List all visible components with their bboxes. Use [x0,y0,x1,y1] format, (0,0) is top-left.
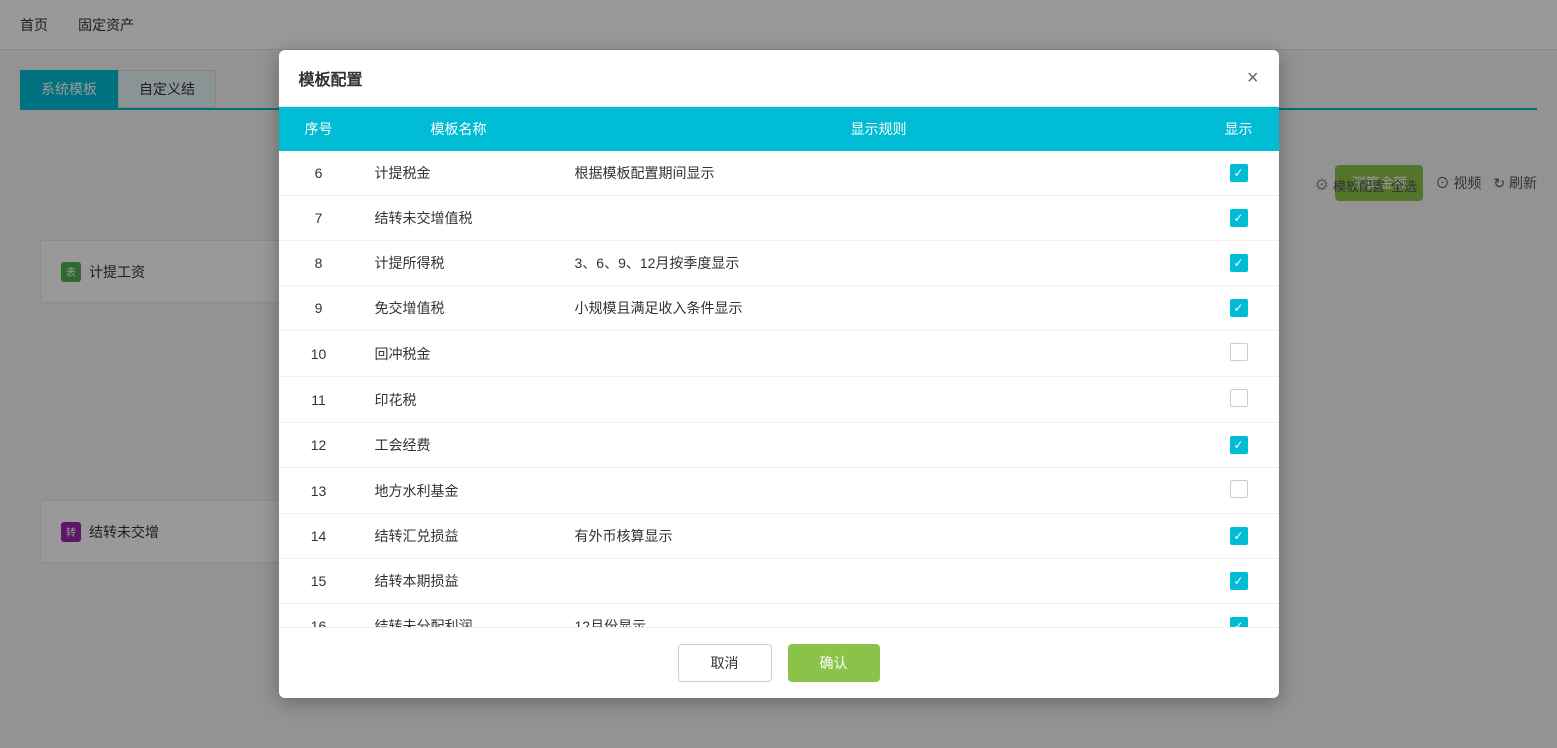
cell-display-8 [1199,514,1279,559]
checkbox-2[interactable] [1230,254,1248,272]
cell-display-7 [1199,468,1279,514]
checkbox-4[interactable] [1230,343,1248,361]
cell-rule-8: 有外币核算显示 [559,514,1199,559]
checkbox-0[interactable] [1230,164,1248,182]
cell-display-0 [1199,151,1279,196]
cell-rule-10: 12月份显示 [559,604,1199,628]
cell-rule-4 [559,331,1199,377]
cell-id-7: 13 [279,468,359,514]
cell-name-10: 结转未分配利润 [359,604,559,628]
checkbox-9[interactable] [1230,572,1248,590]
col-header-id: 序号 [279,107,359,151]
checkbox-8[interactable] [1230,527,1248,545]
checkbox-1[interactable] [1230,209,1248,227]
cancel-button[interactable]: 取消 [678,644,772,682]
table-row: 13地方水利基金 [279,468,1279,514]
cell-id-10: 16 [279,604,359,628]
table-row: 8计提所得税3、6、9、12月按季度显示 [279,241,1279,286]
cell-display-1 [1199,196,1279,241]
cell-id-0: 6 [279,151,359,196]
cell-rule-9 [559,559,1199,604]
table-row: 11印花税 [279,377,1279,423]
cell-rule-3: 小规模且满足收入条件显示 [559,286,1199,331]
cell-rule-6 [559,423,1199,468]
cell-display-9 [1199,559,1279,604]
cell-id-9: 15 [279,559,359,604]
table-row: 10回冲税金 [279,331,1279,377]
checkbox-6[interactable] [1230,436,1248,454]
table-row: 14结转汇兑损益有外币核算显示 [279,514,1279,559]
cell-display-2 [1199,241,1279,286]
cell-name-1: 结转未交增值税 [359,196,559,241]
cell-rule-7 [559,468,1199,514]
cell-id-5: 11 [279,377,359,423]
cell-name-8: 结转汇兑损益 [359,514,559,559]
cell-rule-5 [559,377,1199,423]
col-header-rule: 显示规则 [559,107,1199,151]
cell-id-3: 9 [279,286,359,331]
confirm-button[interactable]: 确认 [788,644,880,682]
col-header-display: 显示 [1199,107,1279,151]
cell-name-5: 印花税 [359,377,559,423]
table-row: 16结转未分配利润12月份显示 [279,604,1279,628]
checkbox-10[interactable] [1230,617,1248,627]
cell-name-3: 免交增值税 [359,286,559,331]
checkbox-7[interactable] [1230,480,1248,498]
modal-template-config: 模板配置 × 序号 模板名称 显示规则 显示 6计提税金根据模板配置期间显 [279,50,1279,698]
cell-id-1: 7 [279,196,359,241]
cell-rule-2: 3、6、9、12月按季度显示 [559,241,1199,286]
table-wrapper[interactable]: 序号 模板名称 显示规则 显示 6计提税金根据模板配置期间显示7结转未交增值税8… [279,107,1279,627]
cell-display-5 [1199,377,1279,423]
table-row: 6计提税金根据模板配置期间显示 [279,151,1279,196]
cell-name-7: 地方水利基金 [359,468,559,514]
checkbox-5[interactable] [1230,389,1248,407]
modal-title: 模板配置 [299,66,363,90]
cell-name-0: 计提税金 [359,151,559,196]
cell-name-6: 工会经费 [359,423,559,468]
cell-name-9: 结转本期损益 [359,559,559,604]
table-row: 9免交增值税小规模且满足收入条件显示 [279,286,1279,331]
checkbox-3[interactable] [1230,299,1248,317]
cell-display-4 [1199,331,1279,377]
cell-id-2: 8 [279,241,359,286]
col-header-name: 模板名称 [359,107,559,151]
cell-rule-0: 根据模板配置期间显示 [559,151,1199,196]
cell-name-4: 回冲税金 [359,331,559,377]
cell-id-4: 10 [279,331,359,377]
config-table: 序号 模板名称 显示规则 显示 6计提税金根据模板配置期间显示7结转未交增值税8… [279,107,1279,627]
modal-header: 模板配置 × [279,50,1279,107]
table-row: 15结转本期损益 [279,559,1279,604]
cell-display-10 [1199,604,1279,628]
cell-id-8: 14 [279,514,359,559]
cell-display-6 [1199,423,1279,468]
cell-display-3 [1199,286,1279,331]
modal-footer: 取消 确认 [279,627,1279,698]
modal-overlay: 模板配置 × 序号 模板名称 显示规则 显示 6计提税金根据模板配置期间显 [0,0,1557,748]
cell-rule-1 [559,196,1199,241]
table-row: 12工会经费 [279,423,1279,468]
cell-id-6: 12 [279,423,359,468]
cell-name-2: 计提所得税 [359,241,559,286]
modal-close-button[interactable]: × [1247,68,1259,88]
table-row: 7结转未交增值税 [279,196,1279,241]
modal-body: 序号 模板名称 显示规则 显示 6计提税金根据模板配置期间显示7结转未交增值税8… [279,107,1279,627]
